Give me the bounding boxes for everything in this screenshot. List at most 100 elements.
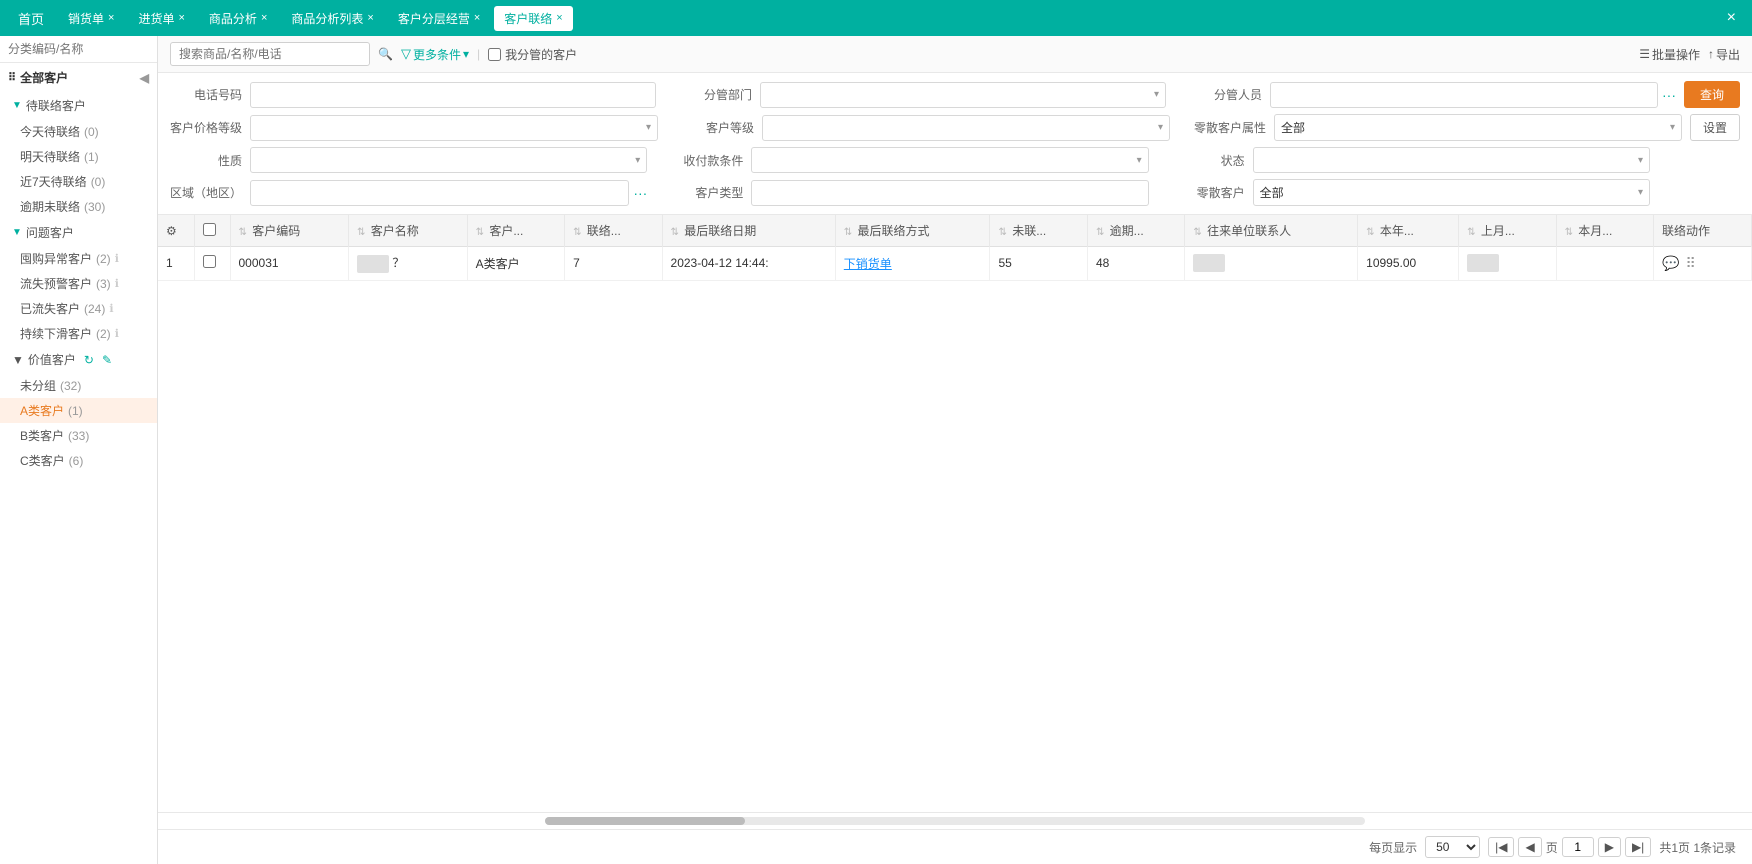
select-price-level[interactable]: ▾ [250, 115, 658, 141]
select-person[interactable] [1270, 82, 1658, 108]
scroll-thumb[interactable] [545, 817, 745, 825]
td-last-method[interactable]: 下销货单 [835, 247, 990, 281]
scroll-track[interactable] [545, 817, 1365, 825]
nav-tab-analysis-list[interactable]: 商品分析列表 × [281, 6, 383, 31]
nav-close-analysis-list[interactable]: × [367, 12, 373, 24]
sort-icon-cust-type[interactable]: ⇅ [476, 227, 484, 238]
page-first-button[interactable]: |◀ [1488, 837, 1514, 857]
nav-tab-purchase[interactable]: 进货单 × [128, 6, 194, 31]
nav-tab-sales[interactable]: 销货单 × [58, 6, 124, 31]
sidebar-all-customers[interactable]: ⠿ 全部客户 ◀ [0, 63, 157, 92]
last-month-gray-box [1467, 254, 1499, 272]
row-checkbox[interactable] [203, 255, 216, 268]
filter-search-button[interactable]: 🔍 [378, 47, 393, 61]
sort-icon-no-contact[interactable]: ⇅ [998, 227, 1006, 238]
nav-close-all[interactable]: × [1719, 9, 1744, 27]
batch-op-button[interactable]: ☰ 批量操作 [1639, 46, 1700, 63]
nav-close-customer-segment[interactable]: × [474, 12, 480, 24]
last-method-link[interactable]: 下销货单 [844, 257, 892, 271]
nav-tab-customer-contact[interactable]: 客户联络 × [494, 6, 572, 31]
th-checkbox[interactable] [194, 215, 230, 247]
sidebar-item-class-a[interactable]: A类客户 (1) [0, 398, 157, 423]
query-button[interactable]: 查询 [1684, 81, 1740, 108]
sort-icon-name[interactable]: ⇅ [357, 227, 365, 238]
page-nav-last-button[interactable]: ▶| [1625, 837, 1651, 857]
value-edit-icon[interactable]: ✎ [102, 353, 112, 367]
horizontal-scrollbar[interactable] [158, 812, 1752, 829]
sidebar-item-declining[interactable]: 持续下滑客户 (2) ℹ [0, 321, 157, 346]
contact-action-icon[interactable]: 💬 [1662, 255, 1679, 272]
td-row-actions: 💬 ⠿ [1654, 247, 1752, 281]
select-status[interactable]: ▾ [1253, 147, 1650, 173]
sidebar-item-tomorrow[interactable]: 明天待联络 (1) [0, 144, 157, 169]
my-customers-checkbox-label[interactable]: 我分管的客户 [488, 46, 577, 63]
sidebar-item-class-c[interactable]: C类客户 (6) [0, 448, 157, 473]
sidebar-group-value[interactable]: ▼ 价值客户 ↻ ✎ [0, 346, 157, 373]
select-cust-level[interactable]: ▾ [762, 115, 1170, 141]
nav-close-purchase[interactable]: × [178, 12, 184, 24]
label-cust-type: 客户类型 [671, 184, 751, 201]
sidebar-search-bar: 🔍 [0, 36, 157, 63]
nav-tab-customer-segment[interactable]: 客户分层经营 × [388, 6, 490, 31]
sort-icon-overdue[interactable]: ⇅ [1096, 227, 1104, 238]
nav-close-analysis[interactable]: × [261, 12, 267, 24]
input-phone[interactable] [250, 82, 656, 108]
select-scatter[interactable]: 全部 ▾ [1253, 179, 1650, 206]
sort-icon-unit-contact[interactable]: ⇅ [1193, 227, 1201, 238]
unit-contact-gray-box [1193, 254, 1225, 272]
settings-icon[interactable]: ⚙ [166, 224, 177, 238]
page-input[interactable] [1562, 837, 1594, 857]
sort-icon-last-date[interactable]: ⇅ [671, 227, 679, 238]
filter-more-conditions[interactable]: ▽ 更多条件 ▾ [401, 46, 469, 63]
sidebar-item-hoarding[interactable]: 囤购异常客户 (2) ℹ [0, 246, 157, 271]
sort-icon-last-month[interactable]: ⇅ [1467, 227, 1475, 238]
sidebar: 🔍 ⠿ 全部客户 ◀ ▼ 待联络客户 今天待联络 (0) 明天待联络 (1) [0, 36, 158, 864]
sidebar-item-class-b[interactable]: B类客户 (33) [0, 423, 157, 448]
sidebar-group-pending[interactable]: ▼ 待联络客户 [0, 92, 157, 119]
caret-dept: ▾ [1154, 89, 1159, 100]
info-icon-1: ℹ [115, 252, 119, 265]
select-region[interactable] [250, 180, 629, 206]
nav-close-sales[interactable]: × [108, 12, 114, 24]
th-settings[interactable]: ⚙ [158, 215, 194, 247]
select-nature[interactable]: ▾ [250, 147, 647, 173]
sidebar-item-overdue[interactable]: 逾期未联络 (30) [0, 194, 157, 219]
sidebar-search-input[interactable] [8, 42, 158, 56]
nav-tab-analysis[interactable]: 商品分析 × [199, 6, 277, 31]
sort-icon-contact-count[interactable]: ⇅ [573, 227, 581, 238]
td-checkbox[interactable] [194, 247, 230, 281]
settings-button[interactable]: 设置 [1690, 114, 1740, 141]
nav-close-customer-contact[interactable]: × [556, 12, 562, 24]
sidebar-collapse-icon[interactable]: ◀ [140, 71, 149, 85]
main-layout: 🔍 ⠿ 全部客户 ◀ ▼ 待联络客户 今天待联络 (0) 明天待联络 (1) [0, 36, 1752, 864]
sidebar-item-churn-warn[interactable]: 流失预警客户 (3) ℹ [0, 271, 157, 296]
dots-region[interactable]: ··· [633, 185, 647, 201]
sidebar-item-7days[interactable]: 近7天待联络 (0) [0, 169, 157, 194]
value-refresh-icon[interactable]: ↻ [84, 353, 94, 367]
sidebar-group-problem[interactable]: ▼ 问题客户 [0, 219, 157, 246]
nav-home[interactable]: 首页 [8, 5, 54, 32]
per-page-select[interactable]: 50 100 200 [1425, 836, 1480, 858]
sidebar-item-unclassified[interactable]: 未分组 (32) [0, 373, 157, 398]
caret-scatter: ▾ [1638, 187, 1643, 198]
th-this-month: ⇅ 本月... [1556, 215, 1653, 247]
select-payment[interactable]: ▾ [751, 147, 1148, 173]
my-customers-checkbox[interactable] [488, 48, 501, 61]
select-scatter-attr[interactable]: 全部 ▾ [1274, 114, 1682, 141]
select-dept[interactable]: ▾ [760, 82, 1166, 108]
input-cust-type[interactable] [751, 180, 1148, 206]
sort-icon-code[interactable]: ⇅ [239, 227, 247, 238]
dots-person[interactable]: ··· [1662, 87, 1676, 103]
sort-icon-this-month[interactable]: ⇅ [1565, 227, 1573, 238]
filter-search-input[interactable] [170, 42, 370, 66]
select-all-checkbox[interactable] [203, 223, 216, 236]
th-actions: 联络动作 [1654, 215, 1752, 247]
export-button[interactable]: ↑ 导出 [1708, 46, 1740, 63]
page-prev-button[interactable]: ◀ [1518, 837, 1541, 857]
sidebar-item-today[interactable]: 今天待联络 (0) [0, 119, 157, 144]
sort-icon-last-method[interactable]: ⇅ [844, 227, 852, 238]
more-action-icon[interactable]: ⠿ [1685, 255, 1695, 272]
sort-icon-this-year[interactable]: ⇅ [1366, 227, 1374, 238]
page-nav-next-button[interactable]: ▶ [1598, 837, 1621, 857]
sidebar-item-churned[interactable]: 已流失客户 (24) ℹ [0, 296, 157, 321]
